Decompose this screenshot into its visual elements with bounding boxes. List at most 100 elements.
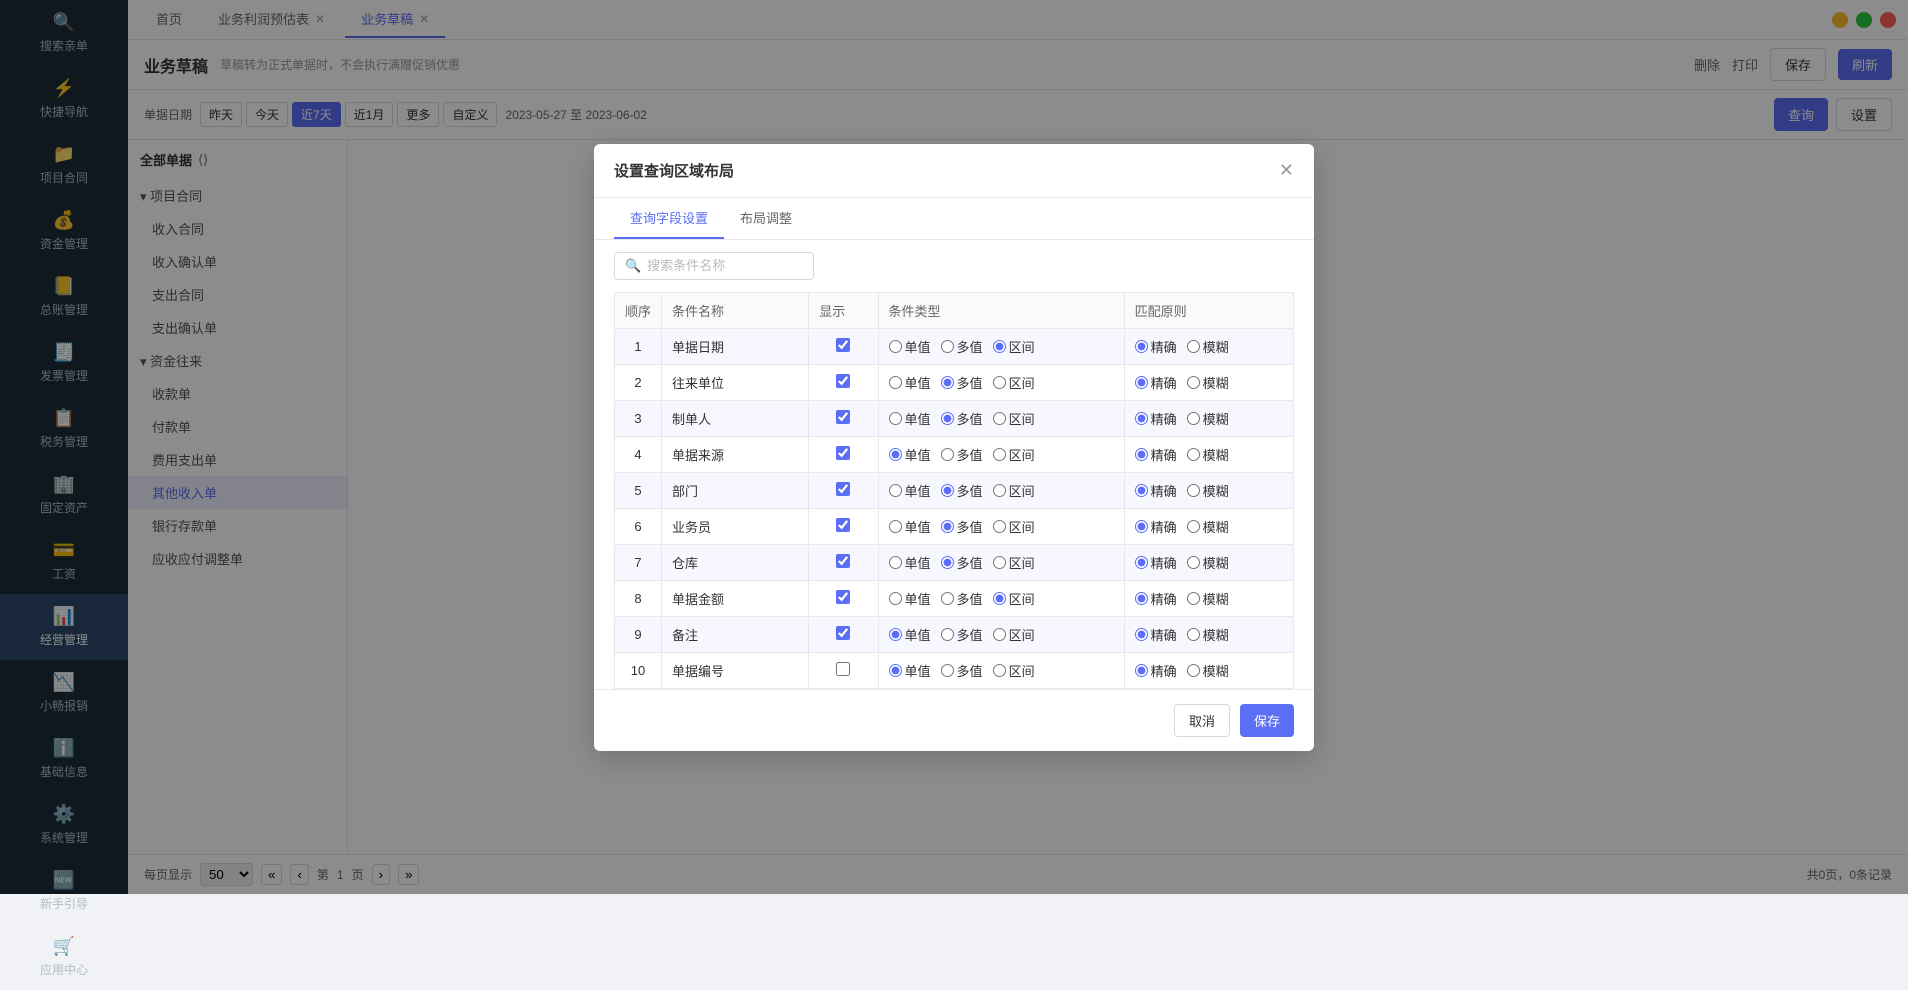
type-radio-input-1-单值[interactable]	[889, 340, 902, 353]
type-radio-input-6-多值[interactable]	[941, 520, 954, 533]
type-radio-8-单值[interactable]: 单值	[889, 589, 931, 608]
type-radio-input-2-多值[interactable]	[941, 376, 954, 389]
checkbox-input-10[interactable]	[836, 662, 850, 676]
cell-match-9[interactable]: 精确模糊	[1124, 616, 1293, 652]
match-radio-input-4-精确[interactable]	[1135, 448, 1148, 461]
type-radio-input-10-多值[interactable]	[941, 664, 954, 677]
cell-type-7[interactable]: 单值多值区间	[878, 544, 1124, 580]
match-radio-input-2-模糊[interactable]	[1187, 376, 1200, 389]
cell-type-5[interactable]: 单值多值区间	[878, 472, 1124, 508]
show-checkbox-1[interactable]	[836, 340, 850, 355]
cell-match-7[interactable]: 精确模糊	[1124, 544, 1293, 580]
match-radio-5-精确[interactable]: 精确	[1135, 481, 1177, 500]
cell-show-8[interactable]	[809, 580, 878, 616]
type-radio-3-区间[interactable]: 区间	[993, 409, 1035, 428]
match-radio-4-精确[interactable]: 精确	[1135, 445, 1177, 464]
match-radio-input-4-模糊[interactable]	[1187, 448, 1200, 461]
type-radio-1-区间[interactable]: 区间	[993, 337, 1035, 356]
type-radio-input-4-区间[interactable]	[993, 448, 1006, 461]
match-radio-input-10-精确[interactable]	[1135, 664, 1148, 677]
cell-show-4[interactable]	[809, 436, 878, 472]
modal-save-btn[interactable]: 保存	[1240, 704, 1294, 737]
type-radio-5-区间[interactable]: 区间	[993, 481, 1035, 500]
match-radio-input-1-精确[interactable]	[1135, 340, 1148, 353]
show-checkbox-2[interactable]	[836, 376, 850, 391]
match-radio-input-8-精确[interactable]	[1135, 592, 1148, 605]
type-radio-input-9-区间[interactable]	[993, 628, 1006, 641]
checkbox-input-7[interactable]	[836, 554, 850, 568]
type-radio-input-10-单值[interactable]	[889, 664, 902, 677]
type-radio-input-9-单值[interactable]	[889, 628, 902, 641]
match-radio-input-9-精确[interactable]	[1135, 628, 1148, 641]
cell-show-9[interactable]	[809, 616, 878, 652]
show-checkbox-3[interactable]	[836, 412, 850, 427]
match-radio-input-3-精确[interactable]	[1135, 412, 1148, 425]
cell-type-4[interactable]: 单值多值区间	[878, 436, 1124, 472]
match-radio-input-7-模糊[interactable]	[1187, 556, 1200, 569]
type-radio-input-6-区间[interactable]	[993, 520, 1006, 533]
type-radio-input-8-单值[interactable]	[889, 592, 902, 605]
type-radio-input-8-多值[interactable]	[941, 592, 954, 605]
type-radio-2-单值[interactable]: 单值	[889, 373, 931, 392]
sidebar-item-appstore[interactable]: 🛒应用中心	[0, 924, 128, 990]
type-radio-4-单值[interactable]: 单值	[889, 445, 931, 464]
modal-tab-field_settings[interactable]: 查询字段设置	[614, 198, 724, 239]
checkbox-input-2[interactable]	[836, 374, 850, 388]
match-radio-2-精确[interactable]: 精确	[1135, 373, 1177, 392]
match-radio-3-模糊[interactable]: 模糊	[1187, 409, 1229, 428]
type-radio-input-3-单值[interactable]	[889, 412, 902, 425]
match-radio-input-7-精确[interactable]	[1135, 556, 1148, 569]
cell-show-10[interactable]	[809, 652, 878, 688]
type-radio-9-单值[interactable]: 单值	[889, 625, 931, 644]
type-radio-input-5-单值[interactable]	[889, 484, 902, 497]
type-radio-input-2-单值[interactable]	[889, 376, 902, 389]
type-radio-input-8-区间[interactable]	[993, 592, 1006, 605]
cell-match-6[interactable]: 精确模糊	[1124, 508, 1293, 544]
type-radio-input-1-区间[interactable]	[993, 340, 1006, 353]
checkbox-input-6[interactable]	[836, 518, 850, 532]
cell-match-2[interactable]: 精确模糊	[1124, 364, 1293, 400]
type-radio-4-多值[interactable]: 多值	[941, 445, 983, 464]
match-radio-input-6-精确[interactable]	[1135, 520, 1148, 533]
match-radio-input-6-模糊[interactable]	[1187, 520, 1200, 533]
show-checkbox-8[interactable]	[836, 592, 850, 607]
type-radio-1-多值[interactable]: 多值	[941, 337, 983, 356]
match-radio-9-精确[interactable]: 精确	[1135, 625, 1177, 644]
type-radio-input-1-多值[interactable]	[941, 340, 954, 353]
type-radio-7-多值[interactable]: 多值	[941, 553, 983, 572]
type-radio-input-5-多值[interactable]	[941, 484, 954, 497]
type-radio-input-5-区间[interactable]	[993, 484, 1006, 497]
match-radio-6-精确[interactable]: 精确	[1135, 517, 1177, 536]
type-radio-input-4-单值[interactable]	[889, 448, 902, 461]
type-radio-10-区间[interactable]: 区间	[993, 661, 1035, 680]
match-radio-2-模糊[interactable]: 模糊	[1187, 373, 1229, 392]
show-checkbox-6[interactable]	[836, 520, 850, 535]
checkbox-input-5[interactable]	[836, 482, 850, 496]
type-radio-3-多值[interactable]: 多值	[941, 409, 983, 428]
type-radio-2-多值[interactable]: 多值	[941, 373, 983, 392]
checkbox-input-8[interactable]	[836, 590, 850, 604]
type-radio-input-4-多值[interactable]	[941, 448, 954, 461]
cell-show-7[interactable]	[809, 544, 878, 580]
type-radio-7-区间[interactable]: 区间	[993, 553, 1035, 572]
type-radio-10-单值[interactable]: 单值	[889, 661, 931, 680]
type-radio-input-10-区间[interactable]	[993, 664, 1006, 677]
match-radio-input-5-精确[interactable]	[1135, 484, 1148, 497]
match-radio-7-精确[interactable]: 精确	[1135, 553, 1177, 572]
type-radio-4-区间[interactable]: 区间	[993, 445, 1035, 464]
cell-match-10[interactable]: 精确模糊	[1124, 652, 1293, 688]
type-radio-input-7-多值[interactable]	[941, 556, 954, 569]
checkbox-input-9[interactable]	[836, 626, 850, 640]
match-radio-8-精确[interactable]: 精确	[1135, 589, 1177, 608]
type-radio-input-7-单值[interactable]	[889, 556, 902, 569]
cell-type-2[interactable]: 单值多值区间	[878, 364, 1124, 400]
cell-type-9[interactable]: 单值多值区间	[878, 616, 1124, 652]
cell-type-8[interactable]: 单值多值区间	[878, 580, 1124, 616]
type-radio-9-多值[interactable]: 多值	[941, 625, 983, 644]
type-radio-input-7-区间[interactable]	[993, 556, 1006, 569]
show-checkbox-7[interactable]	[836, 556, 850, 571]
type-radio-3-单值[interactable]: 单值	[889, 409, 931, 428]
match-radio-1-精确[interactable]: 精确	[1135, 337, 1177, 356]
cell-show-1[interactable]	[809, 328, 878, 364]
match-radio-10-模糊[interactable]: 模糊	[1187, 661, 1229, 680]
